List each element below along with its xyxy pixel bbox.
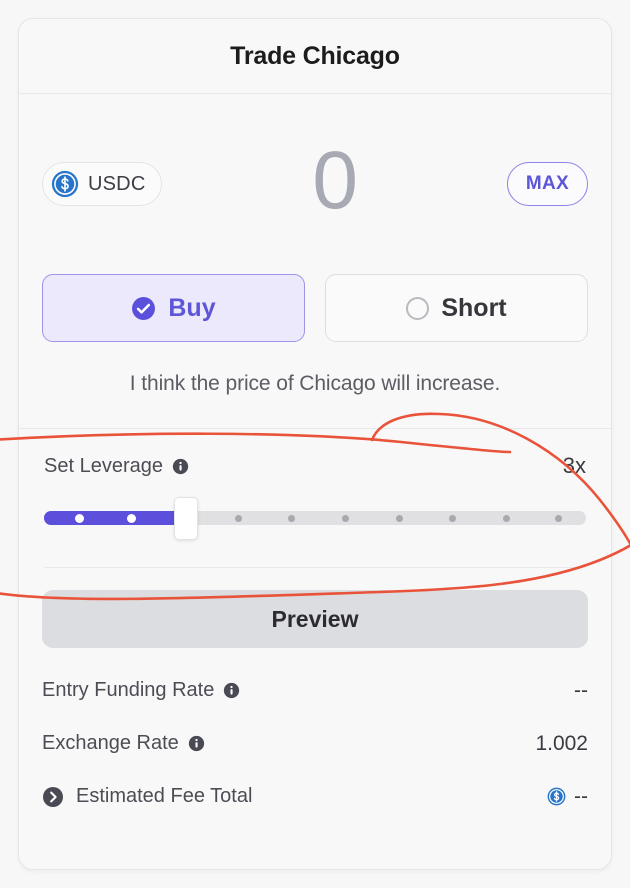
detail-value-group: 1.002 [535,732,588,756]
max-button[interactable]: MAX [506,162,588,206]
slider-tick [395,515,403,522]
short-side-button[interactable]: Short [325,274,588,342]
card-header: Trade Chicago [19,19,611,94]
detail-label: Estimated Fee Total [76,785,253,807]
detail-row: Exchange Rate 1.002 [42,717,588,770]
usdc-coin-icon [547,787,566,806]
trade-tagline: I think the price of Chicago will increa… [129,372,501,395]
info-icon[interactable] [223,682,240,699]
amount-input-value[interactable]: 0 [312,140,358,222]
detail-label-group: Estimated Fee Total [42,785,252,808]
buy-side-label: Buy [168,293,216,322]
detail-value: 1.002 [535,731,588,755]
slider-tick [502,515,510,522]
order-details-list: Entry Funding Rate -- Exchange Rate 1.002 Es… [19,648,611,823]
page-title: Trade Chicago [230,41,400,70]
detail-value: -- [574,784,588,808]
detail-label: Entry Funding Rate [42,679,215,701]
slider-thumb[interactable] [174,497,199,540]
chevron-right-icon[interactable] [42,786,64,808]
info-icon[interactable] [188,735,205,752]
slider-tick-filled [126,514,136,523]
usdc-coin-icon [51,170,79,198]
leverage-header: Set Leverage 3x [44,453,586,479]
detail-value-group: -- [547,785,588,809]
leverage-section: Set Leverage 3x [19,429,611,568]
detail-label-group: Entry Funding Rate [42,679,240,702]
detail-row[interactable]: Estimated Fee Total -- [42,770,588,823]
detail-value-group: -- [574,679,588,703]
leverage-label: Set Leverage [44,454,163,477]
screen: Trade Chicago USDC 0 MAX Buy Short I thi… [0,0,630,888]
detail-label-group: Exchange Rate [42,732,205,755]
detail-value: -- [574,678,588,702]
slider-track-fill [44,511,176,525]
short-side-label: Short [441,293,507,322]
slider-tick [341,515,349,522]
buy-side-button[interactable]: Buy [42,274,305,342]
empty-circle-icon [406,296,430,320]
leverage-slider[interactable] [44,497,586,545]
amount-row: USDC 0 MAX [19,94,611,274]
preview-button[interactable]: Preview [42,590,588,648]
slider-tick [234,515,242,522]
slider-tick-filled [74,514,84,523]
token-selector-chip[interactable]: USDC [42,162,163,206]
side-selector: Buy Short [19,274,611,342]
check-circle-icon [131,296,156,321]
detail-row: Entry Funding Rate -- [42,664,588,717]
trade-card: Trade Chicago USDC 0 MAX Buy Short I thi… [18,18,612,870]
leverage-value: 3x [562,453,586,478]
info-icon[interactable] [172,458,189,475]
token-symbol-label: USDC [88,172,146,195]
detail-label: Exchange Rate [42,732,179,754]
preview-section: Preview [19,568,611,648]
leverage-label-group: Set Leverage [44,455,189,478]
